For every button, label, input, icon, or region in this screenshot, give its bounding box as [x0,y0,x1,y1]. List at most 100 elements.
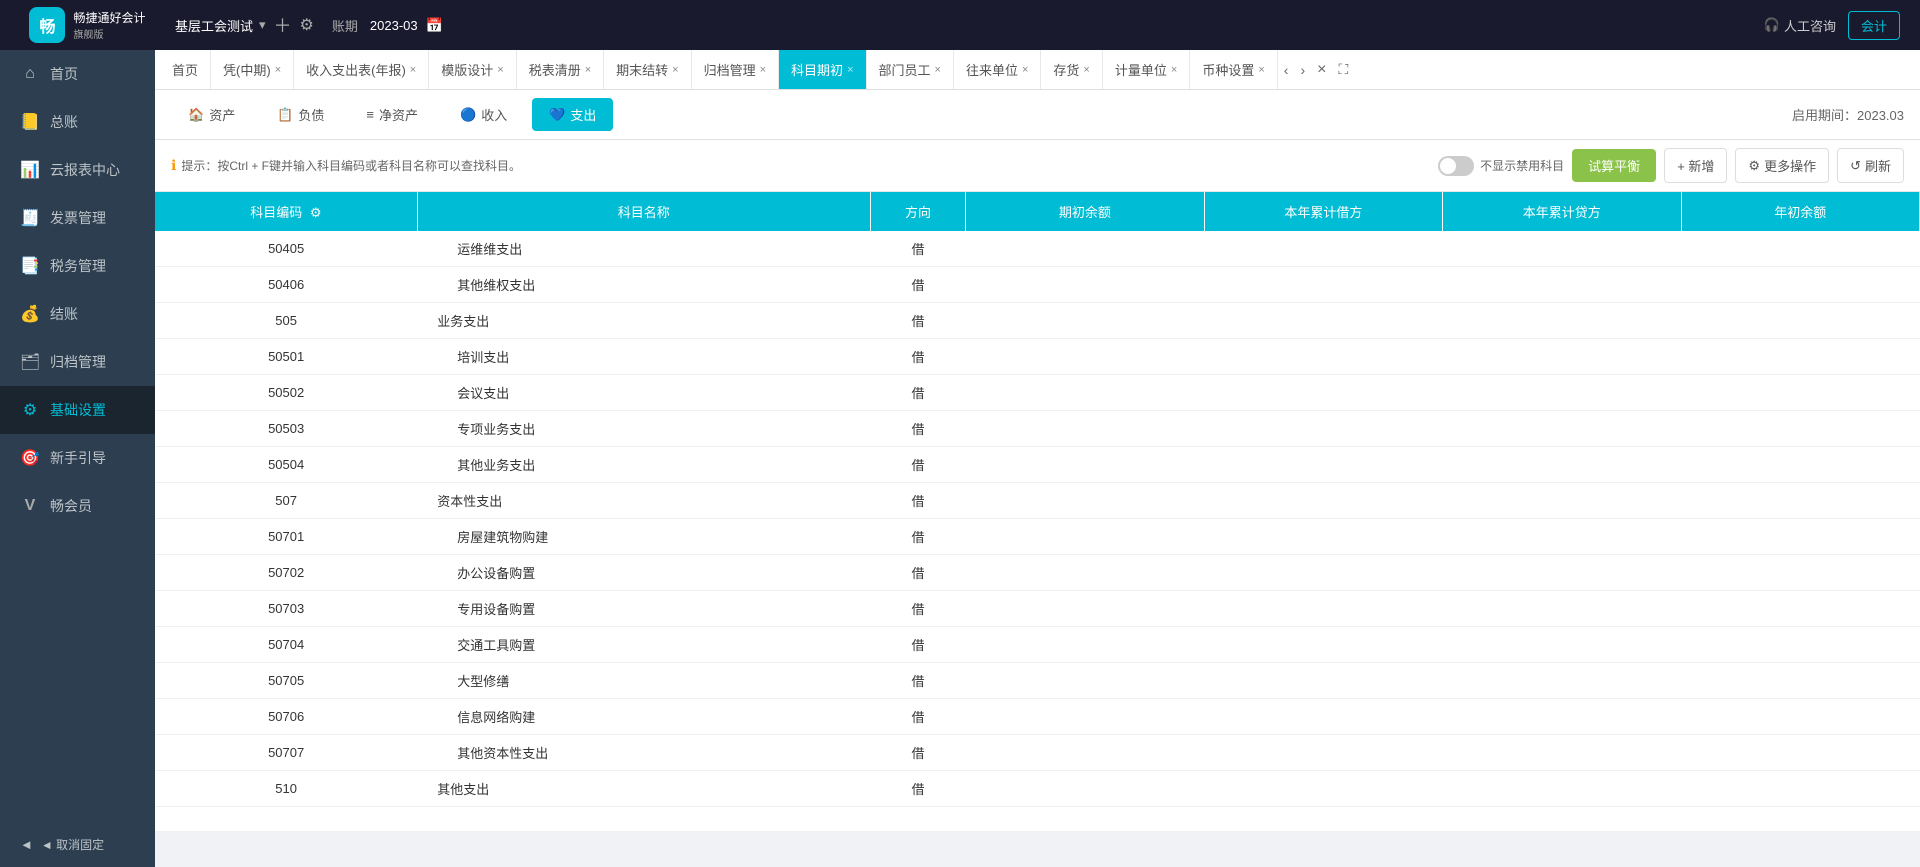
add-tab-icon[interactable]: ＋ [274,12,292,38]
cell-ytd-debit [1204,231,1442,267]
close-icon[interactable]: × [847,64,853,76]
table-row[interactable]: 50703 专用设备购置 借 [155,591,1920,627]
service-button[interactable]: 🎧 人工咨询 [1764,16,1836,35]
table-row[interactable]: 50405 运维维支出 借 [155,231,1920,267]
cell-year-start [1681,483,1919,519]
tab-filing[interactable]: 归档管理 × [692,50,779,90]
sidebar-item-settle[interactable]: 💰 结账 [0,290,155,338]
tab-subject-initial[interactable]: 科目期初 × [779,50,866,90]
cell-opening-balance [966,627,1204,663]
refresh-button[interactable]: ↺ 刷新 [1837,148,1904,183]
cell-direction: 借 [870,411,965,447]
tab-period-end[interactable]: 期末结转 × [604,50,691,90]
close-all-tabs-button[interactable]: × [1311,50,1332,90]
table-row[interactable]: 50701 房屋建筑物购建 借 [155,519,1920,555]
account-button[interactable]: 会计 [1848,11,1900,40]
top-header: 畅 畅捷通好会计 旗舰版 基层工会测试 ▾ ＋ ⚙ 账期 2023-03 📅 🎧… [0,0,1920,50]
table-row[interactable]: 50502 会议支出 借 [155,375,1920,411]
cell-year-start [1681,375,1919,411]
sidebar-item-settings[interactable]: ⚙ 基础设置 [0,386,155,434]
cell-year-start [1681,735,1919,771]
tab-tax-list[interactable]: 税表清册 × [517,50,604,90]
cell-direction: 借 [870,339,965,375]
tab-next-button[interactable]: › [1294,50,1311,90]
chevron-down-icon[interactable]: ▾ [259,17,266,33]
sub-tab-liabilities-label: 负债 [298,105,324,124]
sub-tab-assets[interactable]: 🏠 资产 [171,98,252,131]
sub-tab-income[interactable]: 🔵 收入 [443,98,524,131]
pin-icon: ◄ [20,837,33,852]
tab-inventory[interactable]: 存货 × [1041,50,1102,90]
cell-opening-balance [966,519,1204,555]
table-row[interactable]: 50501 培训支出 借 [155,339,1920,375]
close-icon[interactable]: × [1022,64,1028,76]
table-row[interactable]: 50705 大型修缮 借 [155,663,1920,699]
tab-counterpart[interactable]: 往来单位 × [954,50,1041,90]
settings-icon: ⚙ [20,400,40,420]
col-settings-icon[interactable]: ⚙ [310,205,322,220]
close-icon[interactable]: × [275,64,281,76]
table-row[interactable]: 50704 交通工具购置 借 [155,627,1920,663]
close-icon[interactable]: × [410,64,416,76]
tab-currency[interactable]: 币种设置 × [1190,50,1277,90]
cell-direction: 借 [870,771,965,807]
cell-ytd-credit [1443,267,1681,303]
add-button[interactable]: + 新增 [1664,148,1727,183]
sidebar-item-tax[interactable]: 📑 税务管理 [0,242,155,290]
table-row[interactable]: 50707 其他资本性支出 借 [155,735,1920,771]
balance-button[interactable]: 试算平衡 [1572,149,1656,182]
close-icon[interactable]: × [760,64,766,76]
table-row[interactable]: 50406 其他维权支出 借 [155,267,1920,303]
tab-template[interactable]: 模版设计 × [429,50,516,90]
sidebar-pin-toggle[interactable]: ◄ ◄ 取消固定 [0,822,155,867]
cell-ytd-debit [1204,303,1442,339]
table-row[interactable]: 507 资本性支出 借 [155,483,1920,519]
close-icon[interactable]: × [672,64,678,76]
sub-tab-net-assets[interactable]: ≡ 净资产 [349,98,435,131]
tab-voucher[interactable]: 凭(中期) × [211,50,294,90]
cell-name: 交通工具购置 [417,627,870,663]
table-row[interactable]: 50702 办公设备购置 借 [155,555,1920,591]
tab-department[interactable]: 部门员工 × [867,50,954,90]
company-selector[interactable]: 基层工会测试 ▾ [175,16,266,35]
close-icon[interactable]: × [1171,64,1177,76]
sidebar-item-archive[interactable]: 🗂 归档管理 [0,338,155,386]
table-header-row: 科目编码 ⚙ 科目名称 方向 期初余额 本年累计借方 本年累计贷方 年初余额 [155,192,1920,231]
toggle-disabled-subjects[interactable] [1438,156,1474,176]
cell-direction: 借 [870,591,965,627]
close-icon[interactable]: × [1258,64,1264,76]
sub-tab-expenditure[interactable]: 💙 支出 [532,98,613,131]
calendar-icon[interactable]: 📅 [426,17,443,34]
col-opening-balance: 期初余额 [966,192,1204,231]
tab-prev-button[interactable]: ‹ [1278,50,1295,90]
sub-tab-liabilities[interactable]: 📋 负债 [260,98,341,131]
tab-unit[interactable]: 计量单位 × [1103,50,1190,90]
home-icon: ⌂ [20,65,40,83]
close-icon[interactable]: × [935,64,941,76]
more-button[interactable]: ⚙ 更多操作 [1735,148,1829,183]
toggle-area: 不显示禁用科目 [1438,156,1564,176]
cell-year-start [1681,411,1919,447]
tab-home[interactable]: 首页 [160,50,211,90]
sidebar-item-ledger[interactable]: 📒 总账 [0,98,155,146]
table-row[interactable]: 50706 信息网络购建 借 [155,699,1920,735]
expand-window-button[interactable]: ⛶ [1332,50,1354,90]
cell-year-start [1681,447,1919,483]
cell-code: 50405 [155,231,417,267]
tab-income-report[interactable]: 收入支出表(年报) × [294,50,429,90]
sidebar-item-invoice[interactable]: 🧾 发票管理 [0,194,155,242]
sidebar-item-guide[interactable]: 🎯 新手引导 [0,434,155,482]
cell-direction: 借 [870,735,965,771]
cell-code: 50502 [155,375,417,411]
sidebar-item-member[interactable]: V 畅会员 [0,482,155,530]
table-row[interactable]: 505 业务支出 借 [155,303,1920,339]
sidebar-item-reports[interactable]: 📊 云报表中心 [0,146,155,194]
close-icon[interactable]: × [585,64,591,76]
close-icon[interactable]: × [1083,64,1089,76]
close-icon[interactable]: × [497,64,503,76]
table-row[interactable]: 50503 专项业务支出 借 [155,411,1920,447]
table-row[interactable]: 50504 其他业务支出 借 [155,447,1920,483]
settings-gear-icon[interactable]: ⚙ [300,15,314,35]
sidebar-item-home[interactable]: ⌂ 首页 [0,50,155,98]
table-row[interactable]: 510 其他支出 借 [155,771,1920,807]
